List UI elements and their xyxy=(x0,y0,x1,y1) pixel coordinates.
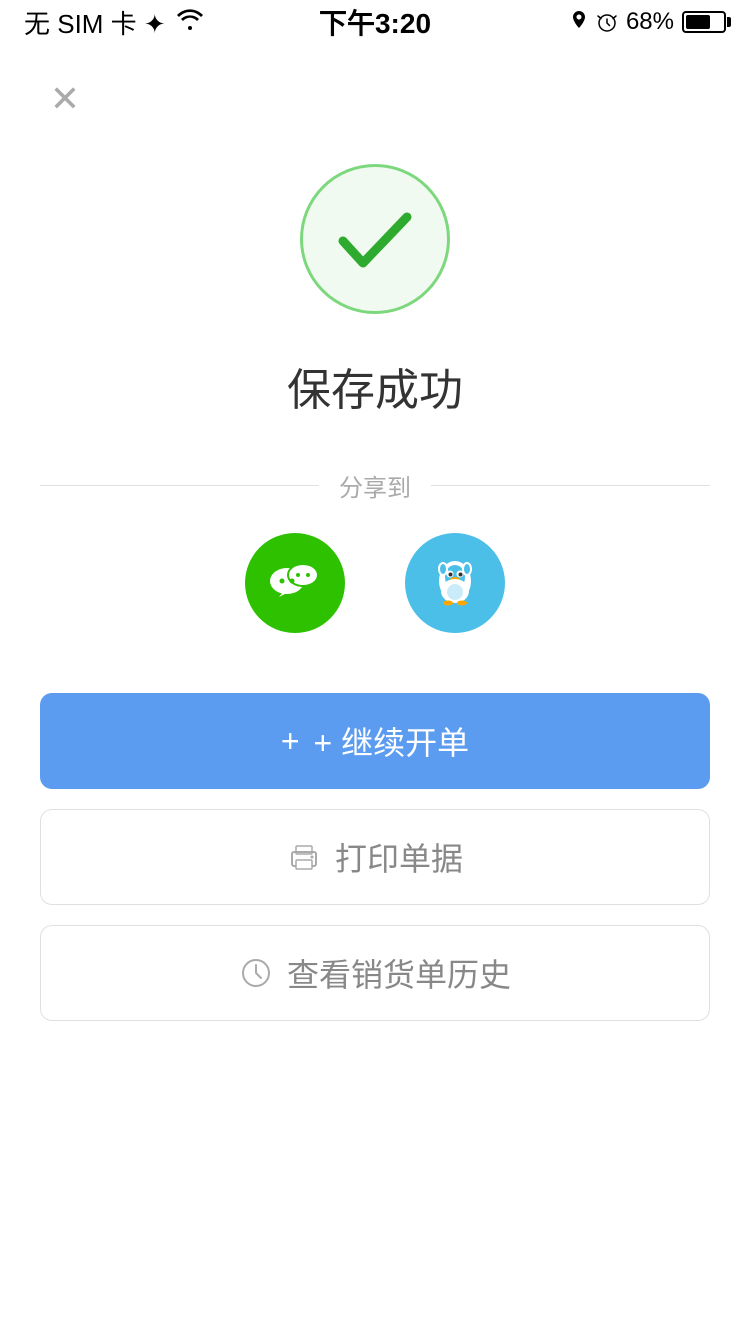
close-button-row: ✕ xyxy=(40,44,710,134)
checkmark-icon xyxy=(335,207,415,271)
wifi-icon xyxy=(176,8,204,37)
print-button[interactable]: 打印单据 xyxy=(40,809,710,905)
close-button[interactable]: ✕ xyxy=(40,74,90,124)
status-time: 下午3:20 xyxy=(319,2,431,42)
plus-icon: + xyxy=(281,723,300,760)
status-bar: 无 SIM 卡 ✦ 下午3:20 68% xyxy=(0,0,750,44)
status-right: 68% xyxy=(570,8,726,36)
history-button[interactable]: 查看销货单历史 xyxy=(40,925,710,1021)
success-circle xyxy=(300,164,450,314)
share-divider-row: 分享到 xyxy=(40,468,710,503)
qq-icon xyxy=(425,553,485,613)
actions-container: + + 继续开单 打印单据 查看销货单历史 xyxy=(40,693,710,1021)
share-icons-row xyxy=(245,533,505,633)
printer-icon xyxy=(287,840,321,874)
continue-order-button[interactable]: + + 继续开单 xyxy=(40,693,710,789)
share-wechat-button[interactable] xyxy=(245,533,345,633)
success-title: 保存成功 xyxy=(287,354,463,418)
main-content: ✕ 保存成功 分享到 xyxy=(0,44,750,1334)
continue-order-label: + 继续开单 xyxy=(314,718,470,764)
history-label: 查看销货单历史 xyxy=(287,950,511,996)
divider-left xyxy=(40,485,319,486)
share-qq-button[interactable] xyxy=(405,533,505,633)
sim-label: 无 SIM 卡 ✦ xyxy=(24,4,166,41)
location-icon xyxy=(570,11,588,33)
status-left: 无 SIM 卡 ✦ xyxy=(24,4,204,41)
share-label: 分享到 xyxy=(339,468,411,503)
battery-icon xyxy=(682,11,726,33)
print-label: 打印单据 xyxy=(335,834,463,880)
divider-right xyxy=(431,485,710,486)
battery-percent: 68% xyxy=(626,8,674,36)
wechat-icon xyxy=(265,553,325,613)
alarm-icon xyxy=(596,11,618,33)
close-icon: ✕ xyxy=(50,81,80,117)
share-section: 分享到 xyxy=(40,468,710,633)
clock-icon xyxy=(239,956,273,990)
